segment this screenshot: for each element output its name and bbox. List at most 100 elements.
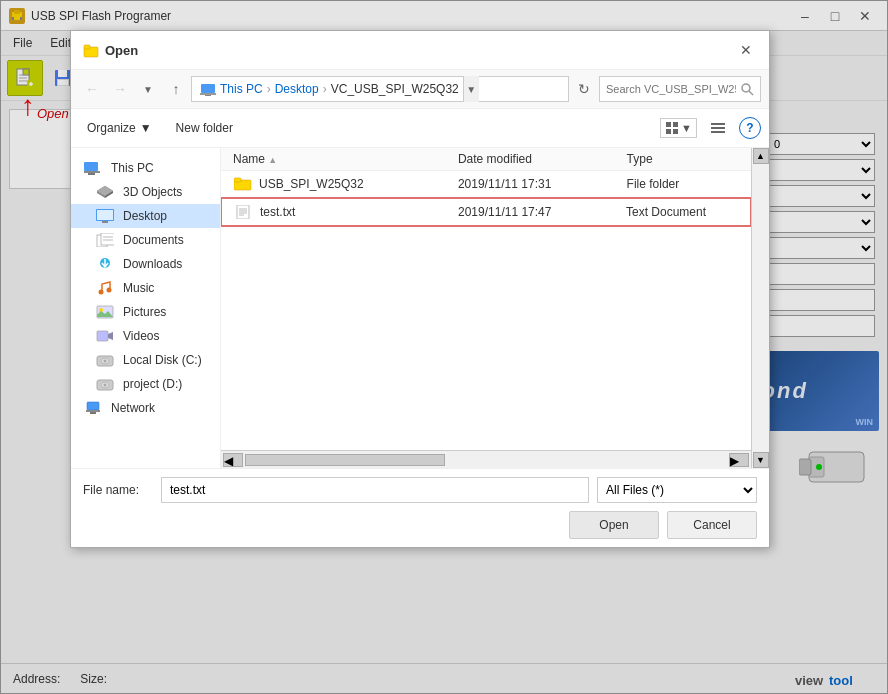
sidebar-item-network[interactable]: Network — [71, 396, 220, 420]
scroll-up-btn[interactable]: ▲ — [753, 148, 769, 164]
sidebar-label-desktop: Desktop — [123, 209, 167, 223]
breadcrumb-this-pc[interactable]: This PC — [220, 82, 263, 96]
col-header-date[interactable]: Date modified — [458, 152, 627, 166]
sidebar-label-this-pc: This PC — [111, 161, 154, 175]
sidebar-item-downloads[interactable]: Downloads — [71, 252, 220, 276]
videos-icon — [95, 328, 115, 344]
view-dropdown-arrow: ▼ — [681, 122, 692, 134]
dialog-toolbar: Organize ▼ New folder ▼ — [71, 109, 769, 148]
view-dropdown[interactable]: ▼ — [660, 118, 697, 138]
downloads-icon — [95, 256, 115, 272]
filename-label: File name: — [83, 483, 153, 497]
search-input[interactable] — [606, 83, 736, 95]
sidebar-item-documents[interactable]: Documents — [71, 228, 220, 252]
sidebar-label-documents: Documents — [123, 233, 184, 247]
svg-rect-30 — [84, 45, 90, 49]
network-icon — [83, 400, 103, 416]
svg-rect-33 — [205, 95, 211, 96]
organize-chevron: ▼ — [140, 121, 152, 135]
dialog-title: Open — [83, 42, 138, 58]
new-folder-btn[interactable]: New folder — [168, 118, 241, 138]
vertical-scrollbar[interactable]: ▲ ▼ — [751, 148, 769, 468]
sidebar-item-this-pc[interactable]: This PC — [71, 156, 220, 180]
dialog-title-bar: Open ✕ — [71, 31, 769, 70]
breadcrumb-pc-icon — [200, 82, 216, 96]
svg-rect-51 — [102, 221, 108, 223]
dialog-action-buttons: Open Cancel — [83, 511, 757, 539]
sidebar-label-music: Music — [123, 281, 154, 295]
local-disk-c-icon — [95, 352, 115, 368]
sidebar-label-downloads: Downloads — [123, 257, 182, 271]
sidebar-item-music[interactable]: Music — [71, 276, 220, 300]
file-name-cell-1: USB_SPI_W25Q32 — [233, 176, 458, 192]
sidebar-item-3d-objects[interactable]: 3D Objects — [71, 180, 220, 204]
breadcrumb-bar: This PC › Desktop › VC_USB_SPI_W25Q32 ▼ — [191, 76, 569, 102]
sidebar-item-desktop[interactable]: Desktop — [71, 204, 220, 228]
sidebar-item-pictures[interactable]: Pictures — [71, 300, 220, 324]
scroll-track — [245, 453, 727, 467]
dialog-nav: ← → ▼ ↑ This PC › Desktop › VC_USB_SPI_W… — [71, 70, 769, 109]
file-list-header: Name ▲ Date modified Type — [221, 148, 751, 171]
file-type-2: Text Document — [626, 205, 738, 219]
file-list-container: Name ▲ Date modified Type — [221, 148, 751, 468]
sidebar-item-local-disk-c[interactable]: Local Disk (C:) — [71, 348, 220, 372]
file-name-1: USB_SPI_W25Q32 — [259, 177, 364, 191]
svg-rect-68 — [87, 402, 99, 410]
view-icon — [665, 121, 679, 135]
svg-rect-43 — [84, 162, 98, 171]
nav-back-btn[interactable]: ← — [79, 76, 105, 102]
svg-rect-36 — [666, 122, 671, 127]
svg-rect-41 — [711, 127, 725, 129]
scroll-left-btn[interactable]: ◀ — [223, 453, 243, 467]
filetype-select[interactable]: All Files (*) — [597, 477, 757, 503]
nav-refresh-btn[interactable]: ↻ — [571, 76, 597, 102]
svg-rect-70 — [90, 412, 96, 414]
col-header-type[interactable]: Type — [627, 152, 739, 166]
sidebar-label-local-disk-c: Local Disk (C:) — [123, 353, 202, 367]
svg-rect-45 — [88, 173, 95, 175]
sidebar-label-3d-objects: 3D Objects — [123, 185, 182, 199]
svg-rect-32 — [200, 93, 216, 95]
organize-btn[interactable]: Organize ▼ — [79, 118, 160, 138]
columns-view-btn[interactable] — [705, 115, 731, 141]
nav-forward-btn[interactable]: → — [107, 76, 133, 102]
filename-input[interactable] — [161, 477, 589, 503]
horizontal-scroll[interactable]: ◀ ▶ — [221, 450, 751, 468]
cancel-button[interactable]: Cancel — [667, 511, 757, 539]
svg-rect-44 — [84, 171, 100, 173]
file-list-scroll[interactable]: USB_SPI_W25Q32 2019/11/11 17:31 File fol… — [221, 171, 751, 450]
scroll-down-btn[interactable]: ▼ — [753, 452, 769, 468]
open-dialog-icon — [83, 42, 99, 58]
pictures-icon — [95, 304, 115, 320]
svg-rect-37 — [673, 122, 678, 127]
nav-sidebar: This PC 3D Objects — [71, 148, 221, 468]
col-header-name[interactable]: Name ▲ — [233, 152, 458, 166]
music-icon — [95, 280, 115, 296]
breadcrumb-desktop[interactable]: Desktop — [275, 82, 319, 96]
sidebar-label-videos: Videos — [123, 329, 159, 343]
svg-point-34 — [742, 84, 750, 92]
file-list: USB_SPI_W25Q32 2019/11/11 17:31 File fol… — [221, 171, 751, 450]
nav-up-btn[interactable]: ↑ — [163, 76, 189, 102]
sidebar-item-project-d[interactable]: project (D:) — [71, 372, 220, 396]
dialog-close-btn[interactable]: ✕ — [735, 39, 757, 61]
search-icon — [740, 82, 754, 96]
dialog-help-btn[interactable]: ? — [739, 117, 761, 139]
file-row-folder[interactable]: USB_SPI_W25Q32 2019/11/11 17:31 File fol… — [221, 171, 751, 198]
breadcrumb-current: VC_USB_SPI_W25Q32 — [331, 82, 459, 96]
svg-rect-69 — [86, 410, 100, 412]
breadcrumb-dropdown-btn[interactable]: ▼ — [463, 76, 479, 102]
scroll-right-btn[interactable]: ▶ — [729, 453, 749, 467]
sidebar-item-videos[interactable]: Videos — [71, 324, 220, 348]
file-name-cell-2: test.txt — [234, 204, 458, 220]
nav-dropdown-btn[interactable]: ▼ — [135, 76, 161, 102]
scroll-thumb[interactable] — [245, 454, 445, 466]
svg-point-64 — [104, 360, 107, 363]
sidebar-label-network: Network — [111, 401, 155, 415]
file-date-2: 2019/11/11 17:47 — [458, 205, 626, 219]
svg-rect-73 — [237, 205, 249, 219]
svg-point-58 — [107, 288, 112, 293]
open-button[interactable]: Open — [569, 511, 659, 539]
file-row-txt[interactable]: test.txt 2019/11/11 17:47 Text Document — [221, 198, 751, 226]
svg-rect-39 — [673, 129, 678, 134]
